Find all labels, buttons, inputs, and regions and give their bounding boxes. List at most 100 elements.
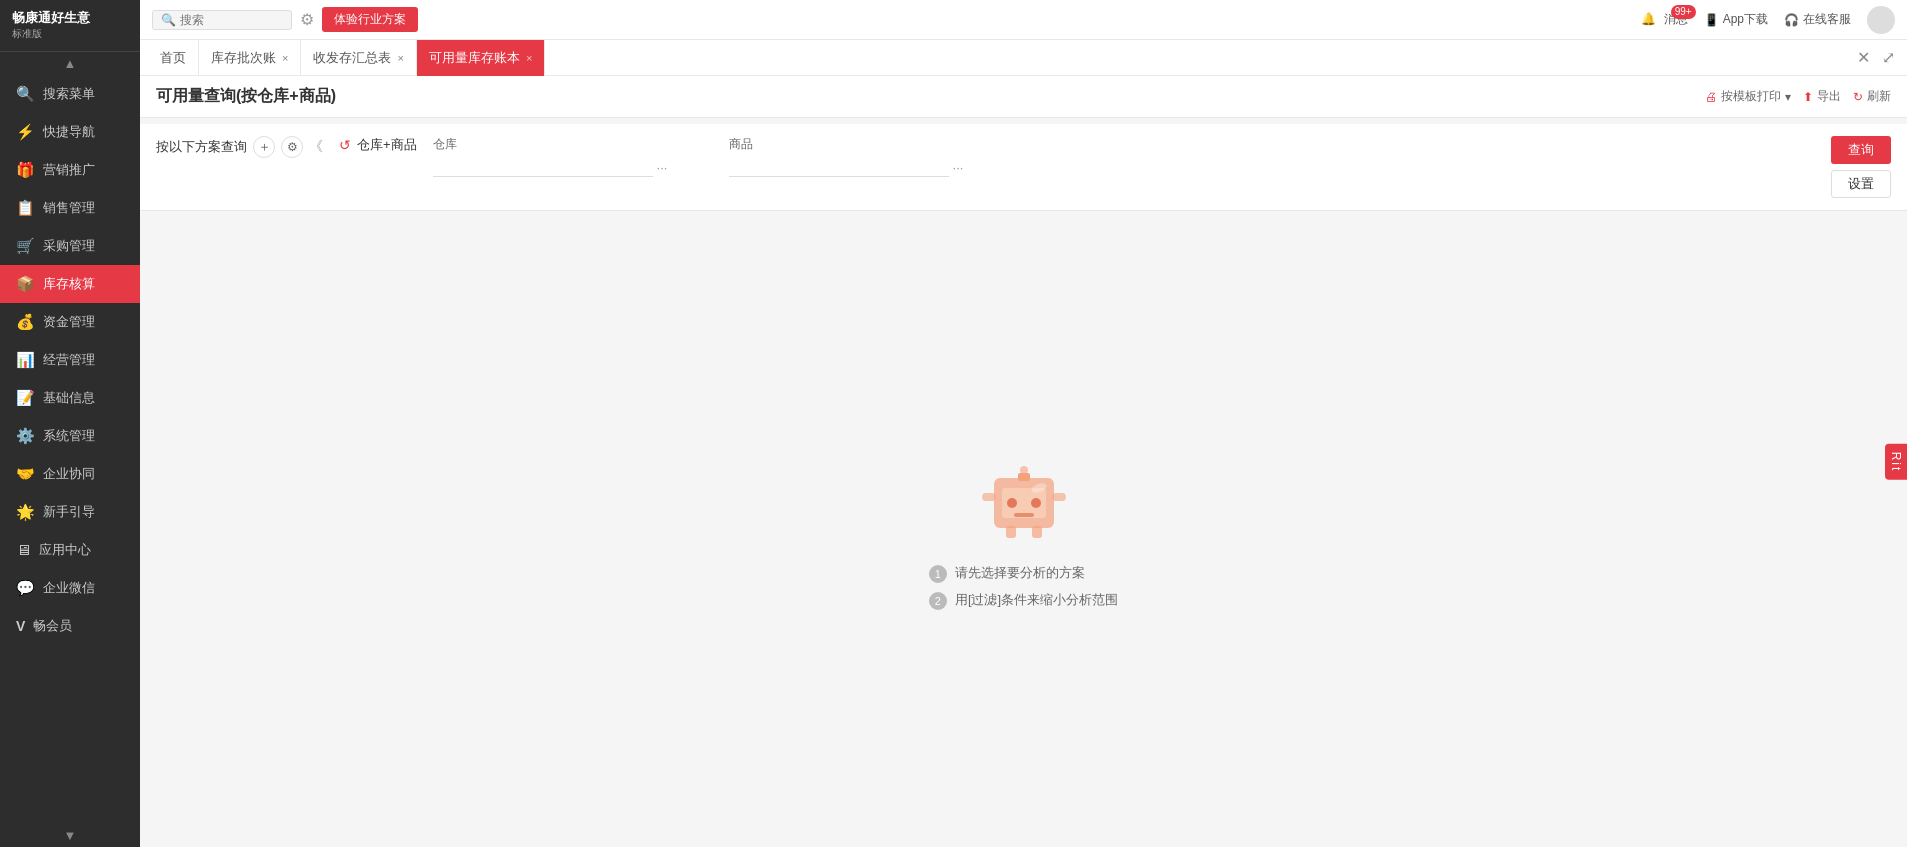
sidebar-item-label: 基础信息 bbox=[43, 389, 95, 407]
sidebar-item-purchase[interactable]: 🛒 采购管理 bbox=[0, 227, 140, 265]
sidebar-item-label: 经营管理 bbox=[43, 351, 95, 369]
tab-home[interactable]: 首页 bbox=[148, 40, 199, 76]
sidebar-item-label: 快捷导航 bbox=[43, 123, 95, 141]
tab-available-ledger-close[interactable]: × bbox=[526, 52, 532, 64]
close-tab-button[interactable]: ✕ bbox=[1853, 48, 1874, 67]
tab-batch-account-close[interactable]: × bbox=[282, 52, 288, 64]
sidebar-item-marketing[interactable]: 🎁 营销推广 bbox=[0, 151, 140, 189]
tab-receipts-summary-close[interactable]: × bbox=[397, 52, 403, 64]
sidebar-item-wechat[interactable]: 💬 企业微信 bbox=[0, 569, 140, 607]
sidebar-scroll-down[interactable]: ▼ bbox=[0, 824, 140, 847]
sidebar-item-label: 资金管理 bbox=[43, 313, 95, 331]
tab-batch-account[interactable]: 库存批次账 × bbox=[199, 40, 301, 76]
sidebar-item-search[interactable]: 🔍 搜索菜单 bbox=[0, 75, 140, 113]
search-icon: 🔍 bbox=[161, 13, 176, 27]
svg-rect-5 bbox=[1018, 473, 1030, 481]
sidebar-item-finance[interactable]: 💰 资金管理 bbox=[0, 303, 140, 341]
wechat-icon: 💬 bbox=[16, 579, 35, 597]
settings-button[interactable]: 设置 bbox=[1831, 170, 1891, 198]
sidebar-item-label: 新手引导 bbox=[43, 503, 95, 521]
sidebar-item-label: 应用中心 bbox=[39, 541, 91, 559]
member-icon: V bbox=[16, 618, 25, 634]
sidebar-item-label: 企业微信 bbox=[43, 579, 95, 597]
scheme-item-warehouse-product[interactable]: ↺ 仓库+商品 bbox=[339, 136, 417, 154]
refresh-button[interactable]: ↻ 刷新 bbox=[1853, 88, 1891, 105]
tab-receipts-summary-label: 收发存汇总表 bbox=[313, 49, 391, 67]
right-action-bar[interactable]: Rit bbox=[1885, 443, 1907, 480]
gear-icon[interactable]: ⚙ bbox=[300, 10, 314, 29]
sidebar-item-inventory[interactable]: 📦 库存核算 bbox=[0, 265, 140, 303]
export-label: 导出 bbox=[1817, 88, 1841, 105]
sidebar-logo: 畅康通好生意 标准版 bbox=[0, 0, 140, 52]
tab-available-ledger-label: 可用量库存账本 bbox=[429, 49, 520, 67]
sidebar-item-system[interactable]: ⚙️ 系统管理 bbox=[0, 417, 140, 455]
export-button[interactable]: ⬆ 导出 bbox=[1803, 88, 1841, 105]
sidebar-item-sales[interactable]: 📋 销售管理 bbox=[0, 189, 140, 227]
bell-icon: 🔔 bbox=[1641, 12, 1656, 26]
sidebar-item-member[interactable]: V 畅会员 bbox=[0, 607, 140, 645]
refresh-label: 刷新 bbox=[1867, 88, 1891, 105]
user-avatar[interactable] bbox=[1867, 6, 1895, 34]
message-button[interactable]: 🔔 99+ 消息 bbox=[1641, 11, 1687, 28]
app-download-button[interactable]: 📱 App下载 bbox=[1704, 11, 1768, 28]
hint-text-1: 请先选择要分析的方案 bbox=[955, 564, 1085, 582]
purchase-icon: 🛒 bbox=[16, 237, 35, 255]
search-input[interactable] bbox=[180, 13, 283, 27]
sidebar-item-label: 采购管理 bbox=[43, 237, 95, 255]
search-icon: 🔍 bbox=[16, 85, 35, 103]
product-filter-field: 商品 ··· bbox=[729, 136, 1009, 177]
tab-home-label: 首页 bbox=[160, 49, 186, 67]
sidebar-nav: 🔍 搜索菜单 ⚡ 快捷导航 🎁 营销推广 📋 销售管理 🛒 采购管理 📦 库存核… bbox=[0, 75, 140, 824]
tab-available-ledger[interactable]: 可用量库存账本 × bbox=[417, 40, 545, 76]
sidebar-item-label: 畅会员 bbox=[33, 617, 72, 635]
product-more-button[interactable]: ··· bbox=[953, 160, 964, 175]
sidebar-scroll-up[interactable]: ▲ bbox=[0, 52, 140, 75]
tab-receipts-summary[interactable]: 收发存汇总表 × bbox=[301, 40, 416, 76]
chevron-down-icon: ▾ bbox=[1785, 90, 1791, 104]
right-bar-label: Rit bbox=[1889, 451, 1903, 472]
svg-point-2 bbox=[1007, 498, 1017, 508]
product-label: 商品 bbox=[729, 136, 1009, 153]
product-input[interactable] bbox=[729, 157, 949, 177]
inventory-icon: 📦 bbox=[16, 275, 35, 293]
online-service-button[interactable]: 🎧 在线客服 bbox=[1784, 11, 1851, 28]
sidebar-item-appstore[interactable]: 🖥 应用中心 bbox=[0, 531, 140, 569]
sidebar-item-ops[interactable]: 📊 经营管理 bbox=[0, 341, 140, 379]
system-icon: ⚙️ bbox=[16, 427, 35, 445]
tabs-actions: ✕ ⤢ bbox=[1853, 48, 1899, 67]
query-button[interactable]: 查询 bbox=[1831, 136, 1891, 164]
hint-text-2: 用[过滤]条件来缩小分析范围 bbox=[955, 591, 1118, 609]
sidebar-item-newuser[interactable]: 🌟 新手引导 bbox=[0, 493, 140, 531]
quick-nav-icon: ⚡ bbox=[16, 123, 35, 141]
warehouse-input[interactable] bbox=[433, 157, 653, 177]
trial-button[interactable]: 体验行业方案 bbox=[322, 7, 418, 32]
content-wrapper: 可用量查询(按仓库+商品) 🖨 按模板打印 ▾ ⬆ 导出 ↻ 刷新 bbox=[140, 76, 1907, 847]
settings-scheme-button[interactable]: ⚙ bbox=[281, 136, 303, 158]
svg-point-3 bbox=[1031, 498, 1041, 508]
sidebar-item-label: 企业协同 bbox=[43, 465, 95, 483]
warehouse-more-button[interactable]: ··· bbox=[657, 160, 668, 175]
filter-scheme-section: 按以下方案查询 ＋ ⚙ 《 bbox=[156, 136, 323, 158]
message-badge: 99+ bbox=[1671, 5, 1696, 19]
svg-rect-7 bbox=[1006, 526, 1016, 538]
expand-tab-button[interactable]: ⤢ bbox=[1878, 48, 1899, 67]
empty-hints: 1 请先选择要分析的方案 2 用[过滤]条件来缩小分析范围 bbox=[929, 564, 1118, 610]
page-title: 可用量查询(按仓库+商品) bbox=[156, 86, 336, 107]
print-button[interactable]: 🖨 按模板打印 ▾ bbox=[1705, 88, 1791, 105]
topbar-search-box[interactable]: 🔍 bbox=[152, 10, 292, 30]
collapse-scheme-button[interactable]: 《 bbox=[309, 138, 323, 156]
phone-icon: 📱 bbox=[1704, 13, 1719, 27]
add-scheme-button[interactable]: ＋ bbox=[253, 136, 275, 158]
export-icon: ⬆ bbox=[1803, 90, 1813, 104]
hint-num-1: 1 bbox=[929, 565, 947, 583]
sidebar-item-label: 系统管理 bbox=[43, 427, 95, 445]
sidebar-item-enterprise[interactable]: 🤝 企业协同 bbox=[0, 455, 140, 493]
app-download-label: App下载 bbox=[1723, 11, 1768, 28]
topbar: 🔍 ⚙ 体验行业方案 🔔 99+ 消息 📱 App下载 🎧 在线客服 bbox=[140, 0, 1907, 40]
sidebar-item-basic[interactable]: 📝 基础信息 bbox=[0, 379, 140, 417]
page-content: 可用量查询(按仓库+商品) 🖨 按模板打印 ▾ ⬆ 导出 ↻ 刷新 bbox=[140, 76, 1907, 847]
filter-actions: 查询 设置 bbox=[1831, 136, 1891, 198]
warehouse-input-row: ··· bbox=[433, 157, 713, 177]
sidebar-item-quick-nav[interactable]: ⚡ 快捷导航 bbox=[0, 113, 140, 151]
sales-icon: 📋 bbox=[16, 199, 35, 217]
